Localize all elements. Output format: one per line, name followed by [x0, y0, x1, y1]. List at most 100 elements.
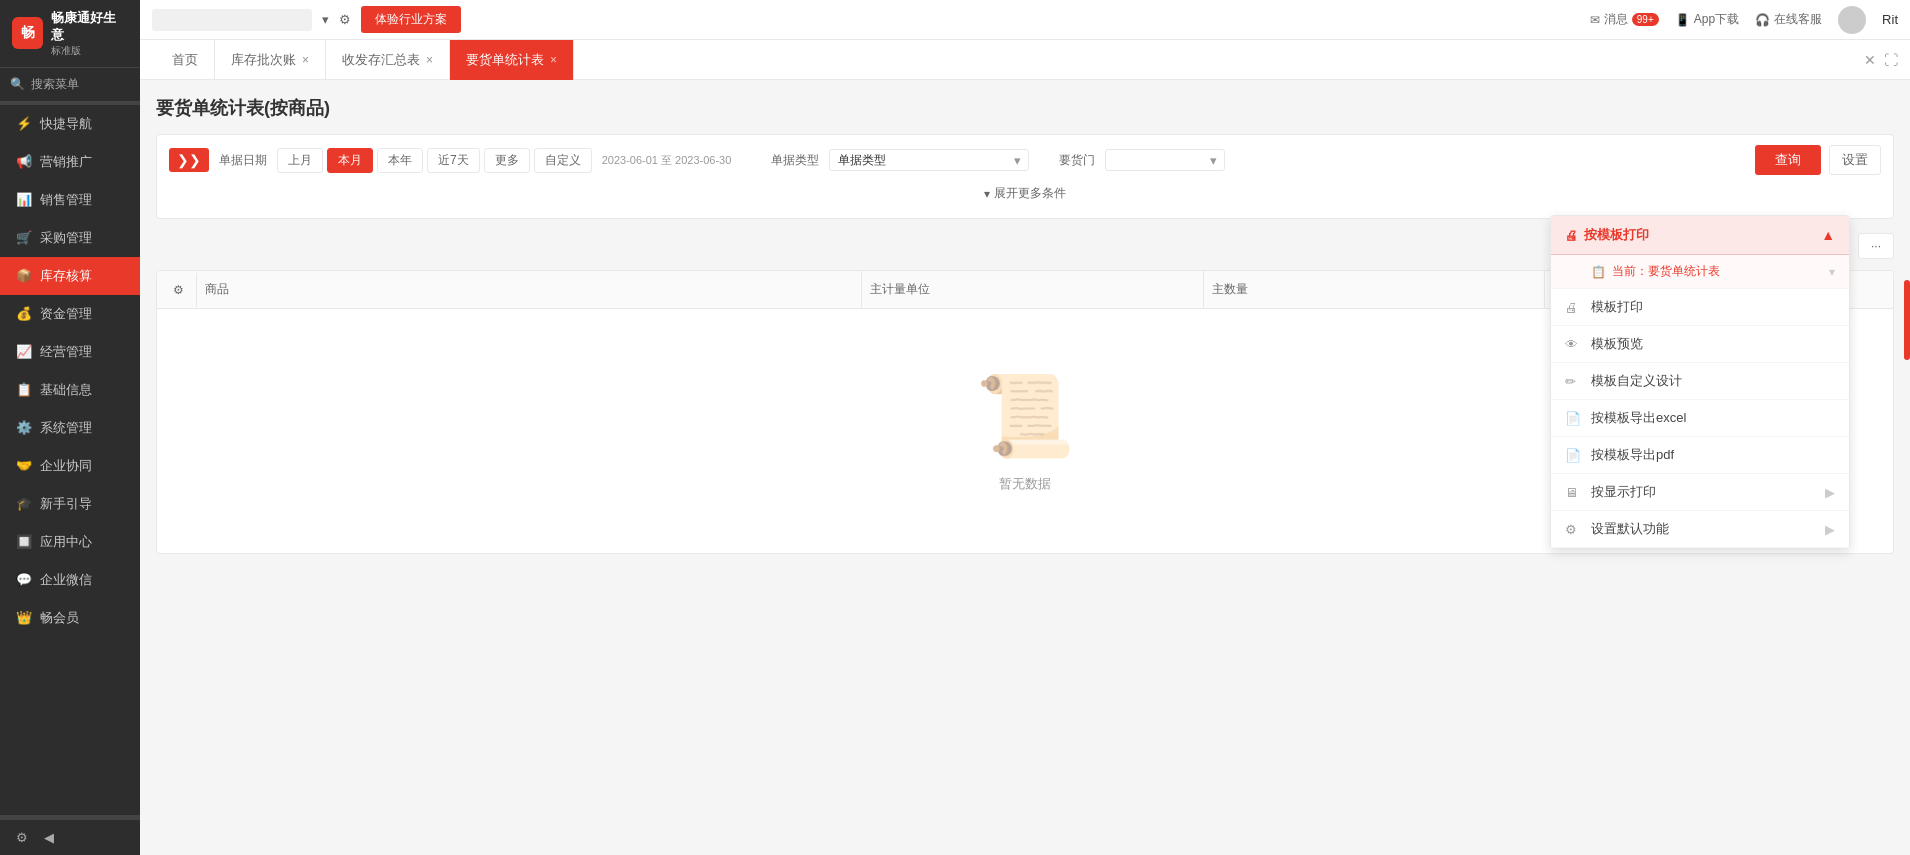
date-btn-prev-month[interactable]: 上月 — [277, 148, 323, 173]
sales-icon: 📊 — [16, 192, 32, 208]
template-preview-item[interactable]: 👁 模板预览 — [1551, 326, 1849, 363]
topbar-right: ✉ 消息 99+ 📱 App下载 🎧 在线客服 Rit — [1590, 6, 1898, 34]
apps-icon: 🔲 — [16, 534, 32, 550]
settings-icon[interactable]: ⚙ — [16, 830, 28, 845]
tab-order-stat[interactable]: 要货单统计表 × — [450, 40, 574, 80]
sidebar-item-finance[interactable]: 💰 资金管理 — [0, 295, 140, 333]
th-qty: 主数量 — [1204, 271, 1545, 308]
system-icon: ⚙️ — [16, 420, 32, 436]
sidebar-item-inventory[interactable]: 📦 库存核算 — [0, 257, 140, 295]
sidebar-item-shortcut[interactable]: ⚡ 快捷导航 — [0, 105, 140, 143]
type-label: 单据类型 — [771, 152, 819, 169]
print-current-template[interactable]: 📋 当前：要货单统计表 ▾ — [1551, 255, 1849, 289]
sidebar-nav: ⚡ 快捷导航 📢 营销推广 📊 销售管理 🛒 采购管理 📦 库存核算 💰 资金管… — [0, 105, 140, 815]
date-btn-custom[interactable]: 自定义 — [534, 148, 592, 173]
guide-icon: 🎓 — [16, 496, 32, 512]
type-filter-group: 单据类型 单据类型 — [771, 149, 1029, 171]
message-button[interactable]: ✉ 消息 99+ — [1590, 11, 1659, 28]
sidebar-item-apps[interactable]: 🔲 应用中心 — [0, 523, 140, 561]
sidebar-item-sales[interactable]: 📊 销售管理 — [0, 181, 140, 219]
display-print-left: 🖥 按显示打印 — [1565, 483, 1656, 501]
logo-icon: 畅 — [12, 17, 43, 49]
date-btn-this-month[interactable]: 本月 — [327, 148, 373, 173]
date-hint: 2023-06-01 至 2023-06-30 — [602, 153, 732, 168]
date-btn-group: 上月 本月 本年 近7天 更多 自定义 — [277, 148, 592, 173]
empty-icon: 📜 — [975, 369, 1075, 463]
goods-select[interactable] — [1105, 149, 1225, 171]
tab-batch[interactable]: 库存批次账 × — [215, 40, 326, 80]
sidebar-item-system[interactable]: ⚙️ 系统管理 — [0, 409, 140, 447]
sidebar-bottom: ⚙ ◀ — [0, 819, 140, 855]
operation-icon: 📈 — [16, 344, 32, 360]
sidebar-item-collab[interactable]: 🤝 企业协同 — [0, 447, 140, 485]
app-logo: 畅 畅康通好生意 标准版 — [0, 0, 140, 68]
filter-date-row: ❯❯ 单据日期 上月 本月 本年 近7天 更多 自定义 2023-06-01 至… — [169, 145, 1881, 175]
scrollbar-thumb[interactable] — [1904, 280, 1910, 360]
print-header-icon: 🖨 — [1565, 228, 1578, 243]
print-dropdown-menu: 🖨 按模板打印 ▲ 📋 当前：要货单统计表 ▾ 🖨 模板打印 👁 模板预览 — [1550, 215, 1850, 549]
template-print-item[interactable]: 🖨 模板打印 — [1551, 289, 1849, 326]
th-settings[interactable]: ⚙ — [165, 273, 197, 307]
trial-button[interactable]: 体验行业方案 — [361, 6, 461, 33]
sidebar-item-operation[interactable]: 📈 经营管理 — [0, 333, 140, 371]
topbar-gear-icon[interactable]: ⚙ — [339, 12, 351, 27]
inventory-icon: 📦 — [16, 268, 32, 284]
type-select[interactable]: 单据类型 — [829, 149, 1029, 171]
user-avatar[interactable] — [1838, 6, 1866, 34]
topbar-dropdown-icon[interactable]: ▾ — [322, 12, 329, 27]
collapse-icon[interactable]: ◀ — [44, 830, 54, 845]
topbar-search-input[interactable] — [152, 9, 312, 31]
goods-filter-group: 要货门 — [1059, 149, 1225, 171]
expand-down-icon: ▾ — [984, 187, 990, 201]
tab-order-stat-close[interactable]: × — [550, 53, 557, 67]
sidebar: 畅 畅康通好生意 标准版 🔍 搜索菜单 ⚡ 快捷导航 📢 营销推广 📊 销售管理… — [0, 0, 140, 855]
goods-label: 要货门 — [1059, 152, 1095, 169]
sidebar-item-guide[interactable]: 🎓 新手引导 — [0, 485, 140, 523]
tab-receipt[interactable]: 收发存汇总表 × — [326, 40, 450, 80]
date-btn-7days[interactable]: 近7天 — [427, 148, 480, 173]
print-header-actions: ▲ — [1821, 227, 1835, 243]
basic-icon: 📋 — [16, 382, 32, 398]
setting-button[interactable]: 设置 — [1829, 145, 1881, 175]
display-arrow: ▶ — [1825, 485, 1835, 500]
expand-more-btn[interactable]: ▾ 展开更多条件 — [169, 179, 1881, 208]
default-func-item[interactable]: ⚙ 设置默认功能 ▶ — [1551, 511, 1849, 548]
date-btn-this-year[interactable]: 本年 — [377, 148, 423, 173]
excel-item-icon: 📄 — [1565, 411, 1581, 426]
date-btn-more[interactable]: 更多 — [484, 148, 530, 173]
app-download-button[interactable]: 📱 App下载 — [1675, 11, 1739, 28]
template-design-item[interactable]: ✏ 模板自定义设计 — [1551, 363, 1849, 400]
pdf-item-icon: 📄 — [1565, 448, 1581, 463]
search-menu-item[interactable]: 🔍 搜索菜单 — [0, 68, 140, 101]
tab-close-icon[interactable]: ✕ — [1864, 52, 1876, 68]
tab-receipt-close[interactable]: × — [426, 53, 433, 67]
shortcut-icon: ⚡ — [16, 116, 32, 132]
goods-select-wrap — [1105, 149, 1225, 171]
filter-expand-btn[interactable]: ❯❯ — [169, 148, 209, 172]
tab-batch-close[interactable]: × — [302, 53, 309, 67]
sidebar-item-member[interactable]: 👑 畅会员 — [0, 599, 140, 637]
tab-home[interactable]: 首页 — [156, 40, 215, 80]
default-func-arrow: ▶ — [1825, 522, 1835, 537]
display-icon: 🖥 — [1565, 485, 1581, 500]
sidebar-item-purchase[interactable]: 🛒 采购管理 — [0, 219, 140, 257]
collab-icon: 🤝 — [16, 458, 32, 474]
sidebar-item-marketing[interactable]: 📢 营销推广 — [0, 143, 140, 181]
display-print-item[interactable]: 🖥 按显示打印 ▶ — [1551, 474, 1849, 511]
print-dropdown-header: 🖨 按模板打印 ▲ — [1551, 216, 1849, 255]
sidebar-item-wechat[interactable]: 💬 企业微信 — [0, 561, 140, 599]
filter-card: ❯❯ 单据日期 上月 本月 本年 近7天 更多 自定义 2023-06-01 至… — [156, 134, 1894, 219]
th-product: 商品 — [197, 271, 862, 308]
current-arrow: ▾ — [1829, 265, 1835, 279]
ellipsis-btn[interactable]: ··· — [1858, 233, 1894, 259]
search-icon: 🔍 — [10, 77, 25, 91]
sidebar-item-basic[interactable]: 📋 基础信息 — [0, 371, 140, 409]
print-item-icon: 🖨 — [1565, 300, 1581, 315]
template-pdf-item[interactable]: 📄 按模板导出pdf — [1551, 437, 1849, 474]
online-service-button[interactable]: 🎧 在线客服 — [1755, 11, 1822, 28]
query-button[interactable]: 查询 — [1755, 145, 1821, 175]
print-collapse-btn[interactable]: ▲ — [1821, 227, 1835, 243]
message-icon: ✉ — [1590, 13, 1600, 27]
template-excel-item[interactable]: 📄 按模板导出excel — [1551, 400, 1849, 437]
tab-expand-icon[interactable]: ⛶ — [1884, 52, 1898, 68]
